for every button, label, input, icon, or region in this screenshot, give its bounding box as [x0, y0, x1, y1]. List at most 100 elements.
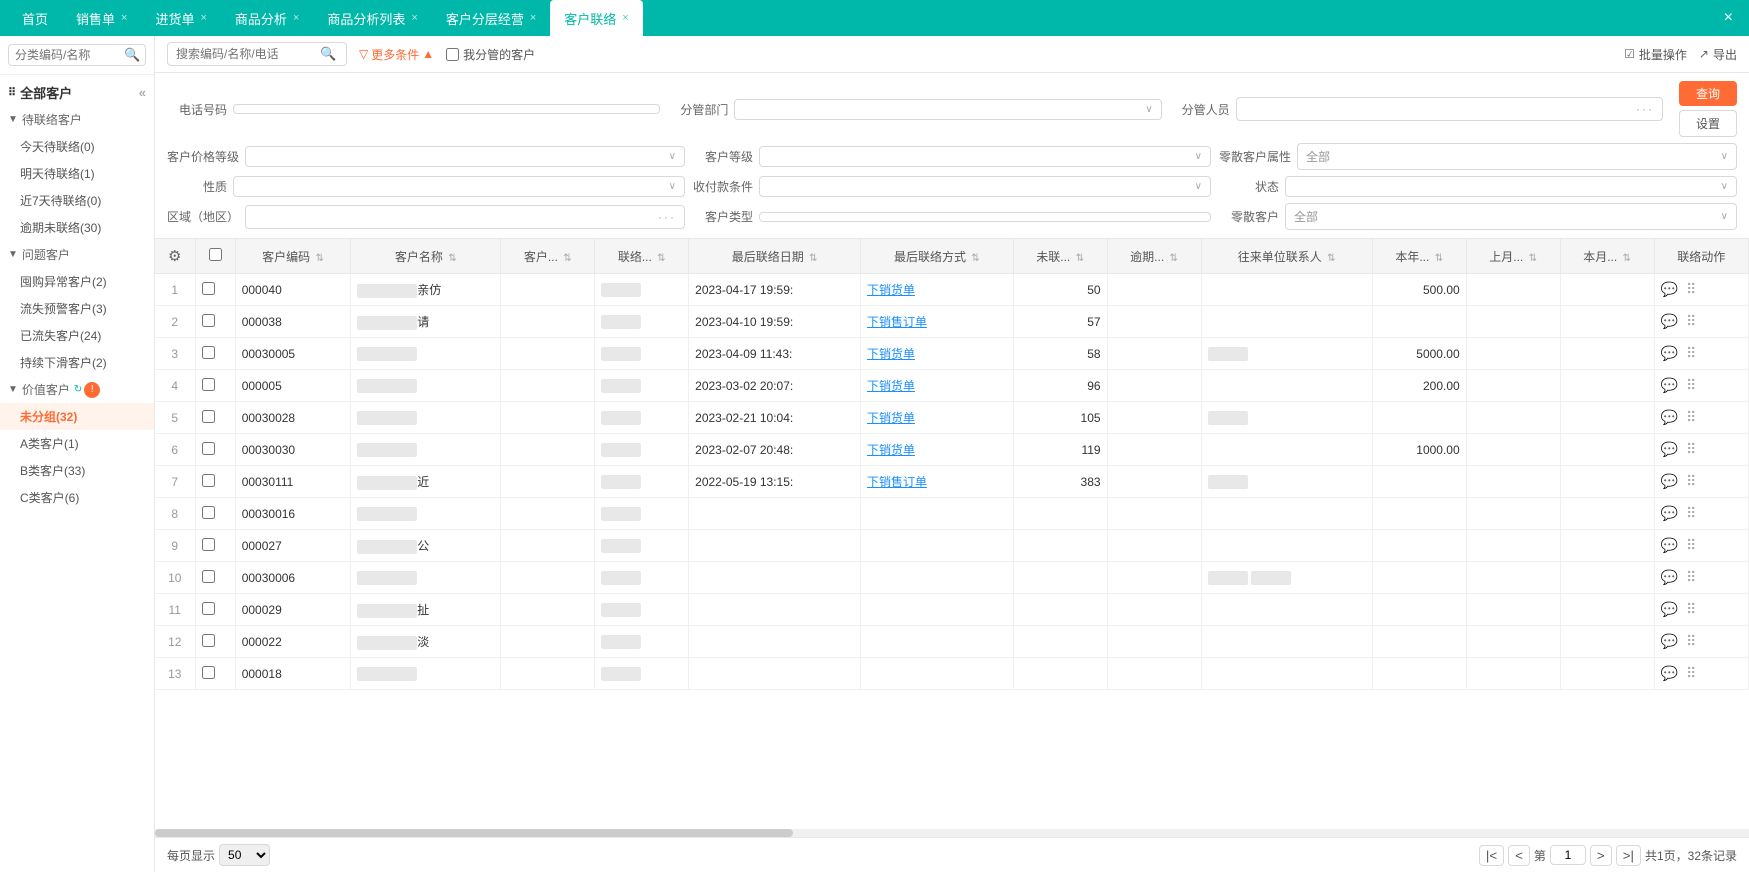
export-btn[interactable]: ↗ 导出: [1699, 46, 1737, 63]
row-select-checkbox[interactable]: [202, 282, 215, 295]
message-icon[interactable]: 💬: [1661, 345, 1678, 362]
row-checkbox[interactable]: [195, 594, 235, 626]
grid-action-icon[interactable]: ⠿: [1686, 281, 1696, 298]
col-code[interactable]: 客户编码 ⇅: [235, 239, 351, 274]
col-last-month[interactable]: 上月... ⇅: [1466, 239, 1560, 274]
row-last-method[interactable]: 下销售订单: [860, 306, 1013, 338]
col-this-month[interactable]: 本月... ⇅: [1560, 239, 1654, 274]
customer-type-input[interactable]: [759, 212, 1211, 222]
message-icon[interactable]: 💬: [1661, 313, 1678, 330]
message-icon[interactable]: 💬: [1661, 281, 1678, 298]
col-settings[interactable]: ⚙: [155, 239, 195, 274]
sidebar-item-churn-warning[interactable]: 流失预警客户(3): [0, 295, 154, 322]
sidebar-item-class-c[interactable]: C类客户(6): [0, 484, 154, 511]
row-checkbox[interactable]: [195, 658, 235, 690]
sidebar-item-unclassified[interactable]: 未分组(32): [0, 403, 154, 430]
sidebar-item-churned[interactable]: 已流失客户(24): [0, 322, 154, 349]
row-select-checkbox[interactable]: [202, 410, 215, 423]
tab-customer-segment-close-icon[interactable]: ×: [530, 12, 536, 24]
row-last-method[interactable]: 下销货单: [860, 274, 1013, 306]
grid-action-icon[interactable]: ⠿: [1686, 665, 1696, 682]
my-customers-checkbox[interactable]: [446, 48, 459, 61]
filter-search-input[interactable]: [176, 47, 316, 61]
prev-page-btn[interactable]: <: [1508, 845, 1530, 866]
last-page-btn[interactable]: >|: [1616, 845, 1641, 866]
col-overdue[interactable]: 逾期... ⇅: [1107, 239, 1201, 274]
row-last-method[interactable]: 下销货单: [860, 402, 1013, 434]
row-select-checkbox[interactable]: [202, 474, 215, 487]
sidebar-item-declining[interactable]: 持续下滑客户(2): [0, 349, 154, 376]
tab-home[interactable]: 首页: [8, 0, 62, 36]
next-page-btn[interactable]: >: [1590, 845, 1612, 866]
message-icon[interactable]: 💬: [1661, 665, 1678, 682]
row-select-checkbox[interactable]: [202, 442, 215, 455]
row-select-checkbox[interactable]: [202, 314, 215, 327]
row-checkbox[interactable]: [195, 466, 235, 498]
group-value-customers[interactable]: ▼ 价值客户 ↻ !: [0, 376, 154, 403]
retail-attr-input[interactable]: 全部 ∨: [1297, 143, 1737, 170]
first-page-btn[interactable]: |<: [1479, 845, 1504, 866]
payment-input[interactable]: ∨: [759, 176, 1211, 197]
phone-input[interactable]: [233, 104, 660, 114]
tab-purchase-close-icon[interactable]: ×: [200, 12, 206, 24]
row-checkbox[interactable]: [195, 434, 235, 466]
tab-analysis[interactable]: 商品分析 ×: [221, 0, 313, 36]
row-select-checkbox[interactable]: [202, 602, 215, 615]
row-checkbox[interactable]: [195, 562, 235, 594]
page-size-select[interactable]: 50 100 200: [219, 844, 270, 866]
tab-sales-close-icon[interactable]: ×: [121, 12, 127, 24]
price-level-input[interactable]: ∨: [245, 146, 685, 167]
col-unlisted[interactable]: 未联... ⇅: [1013, 239, 1107, 274]
tab-customer-contact[interactable]: 客户联络 ×: [550, 0, 642, 36]
grid-action-icon[interactable]: ⠿: [1686, 345, 1696, 362]
status-input[interactable]: ∨: [1285, 176, 1737, 197]
tab-purchase[interactable]: 进货单 ×: [141, 0, 220, 36]
all-customers-header[interactable]: ⠿ 全部客户 «: [0, 75, 154, 106]
row-last-method[interactable]: 下销货单: [860, 370, 1013, 402]
col-name[interactable]: 客户名称 ⇅: [351, 239, 501, 274]
row-select-checkbox[interactable]: [202, 346, 215, 359]
horizontal-scrollbar[interactable]: [155, 829, 1749, 837]
settings-icon[interactable]: ⚙: [168, 248, 181, 265]
row-checkbox[interactable]: [195, 530, 235, 562]
row-select-checkbox[interactable]: [202, 570, 215, 583]
row-checkbox[interactable]: [195, 370, 235, 402]
sidebar-item-class-b[interactable]: B类客户(33): [0, 457, 154, 484]
tab-analysis-list[interactable]: 商品分析列表 ×: [313, 0, 431, 36]
col-this-year[interactable]: 本年... ⇅: [1372, 239, 1466, 274]
message-icon[interactable]: 💬: [1661, 377, 1678, 394]
row-select-checkbox[interactable]: [202, 666, 215, 679]
grid-action-icon[interactable]: ⠿: [1686, 633, 1696, 650]
col-customer-type[interactable]: 客户... ⇅: [501, 239, 595, 274]
row-checkbox[interactable]: [195, 338, 235, 370]
row-checkbox[interactable]: [195, 274, 235, 306]
refresh-icon[interactable]: ↻: [74, 384, 82, 395]
message-icon[interactable]: 💬: [1661, 601, 1678, 618]
message-icon[interactable]: 💬: [1661, 569, 1678, 586]
col-contact-person[interactable]: 往来单位联系人 ⇅: [1201, 239, 1372, 274]
grid-action-icon[interactable]: ⠿: [1686, 473, 1696, 490]
tab-customer-segment[interactable]: 客户分层经营 ×: [432, 0, 550, 36]
tab-sales[interactable]: 销售单 ×: [62, 0, 141, 36]
grid-action-icon[interactable]: ⠿: [1686, 537, 1696, 554]
my-customers-checkbox-label[interactable]: 我分管的客户: [446, 46, 535, 63]
message-icon[interactable]: 💬: [1661, 473, 1678, 490]
row-select-checkbox[interactable]: [202, 506, 215, 519]
row-checkbox[interactable]: [195, 402, 235, 434]
message-icon[interactable]: 💬: [1661, 505, 1678, 522]
reset-button[interactable]: 设置: [1679, 110, 1737, 137]
message-icon[interactable]: 💬: [1661, 441, 1678, 458]
message-icon[interactable]: 💬: [1661, 409, 1678, 426]
tab-customer-contact-close-icon[interactable]: ×: [622, 12, 628, 24]
row-checkbox[interactable]: [195, 306, 235, 338]
row-select-checkbox[interactable]: [202, 378, 215, 391]
row-select-checkbox[interactable]: [202, 634, 215, 647]
filter-search-box[interactable]: 🔍: [167, 42, 347, 66]
retail-customer-input[interactable]: 全部 ∨: [1285, 203, 1737, 230]
window-close-button[interactable]: ×: [1716, 9, 1741, 27]
nature-input[interactable]: ∨: [233, 176, 685, 197]
group-problem-customers[interactable]: ▼ 问题客户: [0, 241, 154, 268]
filter-more-btn[interactable]: ▽ 更多条件 ▲: [359, 46, 434, 63]
scrollbar-thumb[interactable]: [155, 829, 793, 837]
grid-action-icon[interactable]: ⠿: [1686, 313, 1696, 330]
